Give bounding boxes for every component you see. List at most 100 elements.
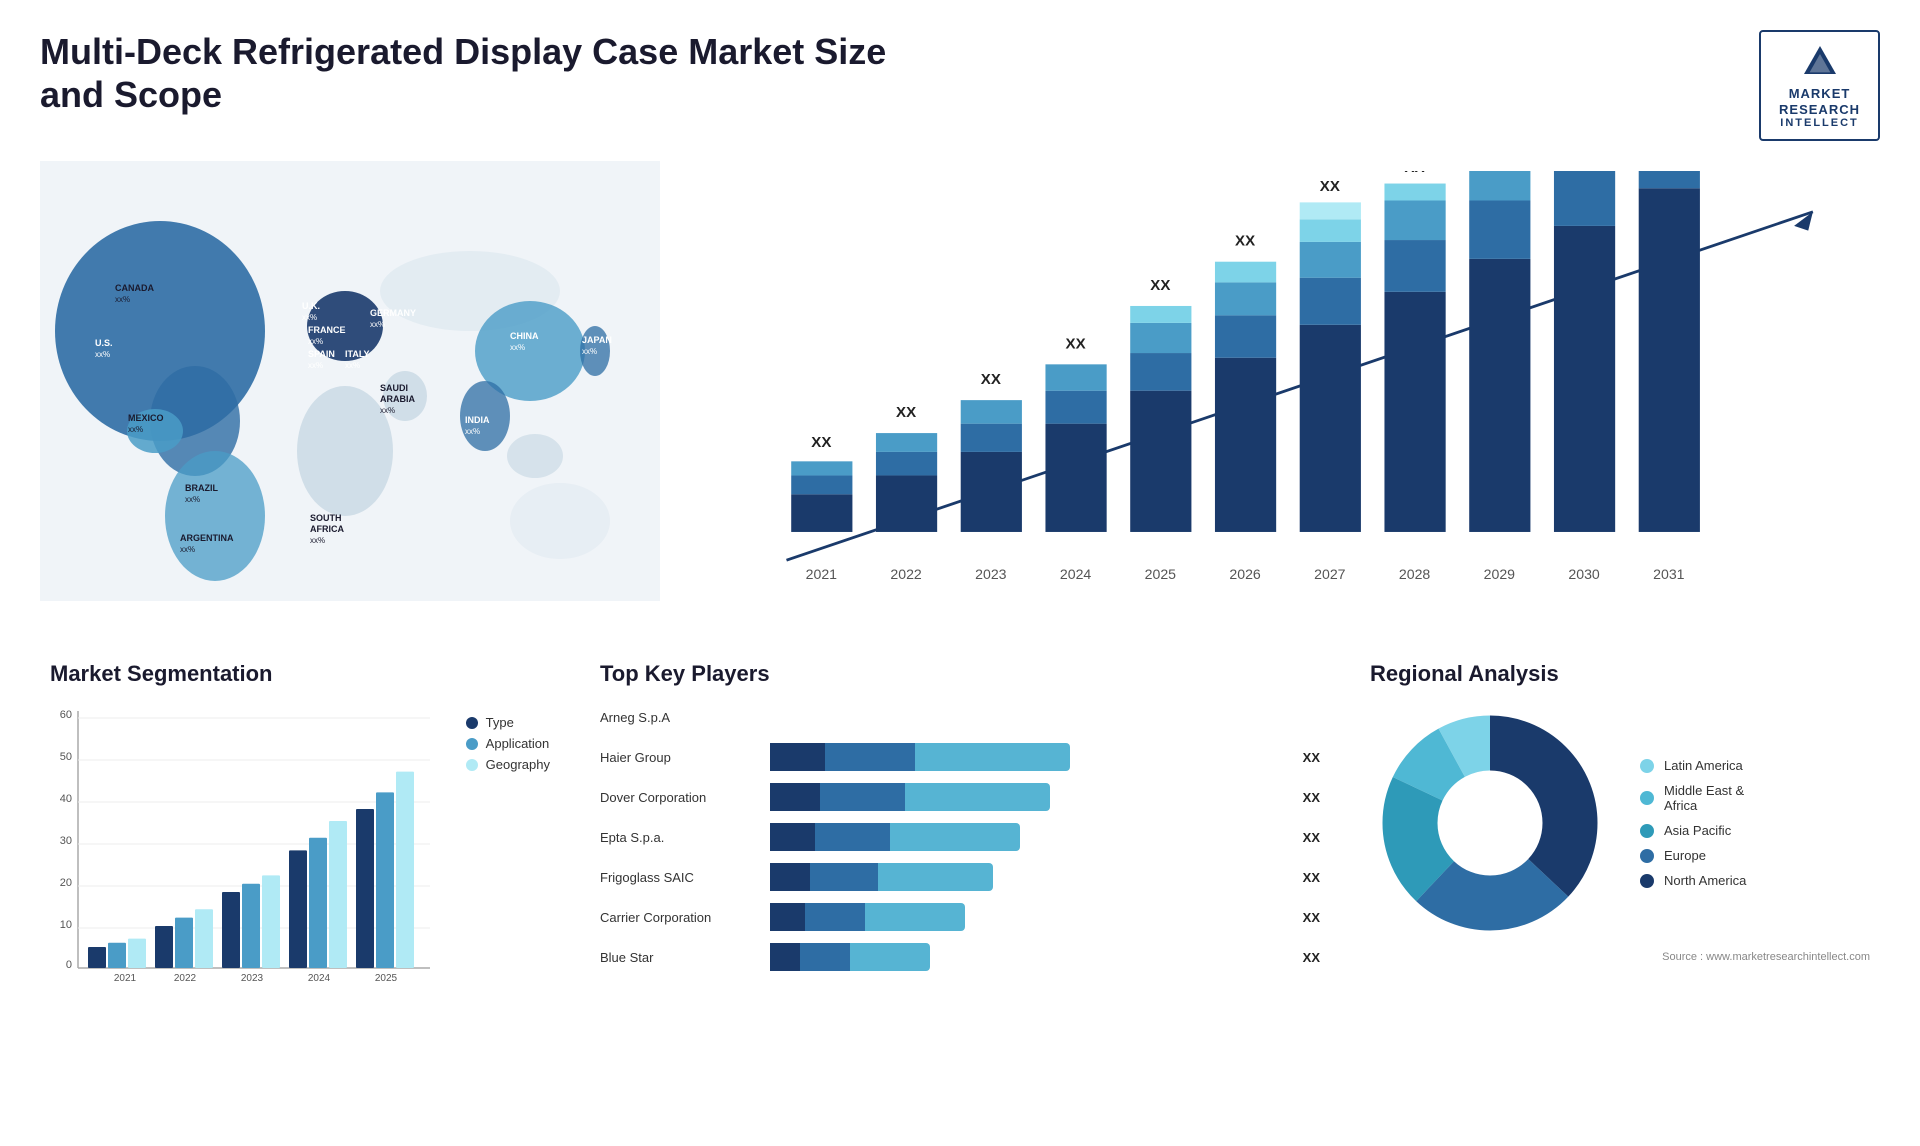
svg-text:JAPAN: JAPAN [582, 335, 612, 345]
seg-chart-svg: 60 50 40 30 20 10 0 [50, 703, 430, 983]
logo-icon [1800, 42, 1840, 82]
svg-text:FRANCE: FRANCE [308, 325, 346, 335]
legend-item-europe: Europe [1640, 848, 1746, 863]
player-bar-epta [770, 823, 1295, 851]
legend-item-latin: Latin America [1640, 758, 1746, 773]
svg-text:0: 0 [66, 959, 72, 971]
player-value-carrier: XX [1303, 910, 1320, 925]
regional-section: Regional Analysis [1360, 661, 1880, 988]
svg-text:XX: XX [981, 371, 1001, 388]
main-content: CANADA xx% U.S. xx% MEXICO xx% BRAZIL xx… [40, 161, 1880, 988]
svg-text:xx%: xx% [380, 406, 395, 415]
player-bar-bluestar [770, 943, 1295, 971]
svg-text:2025: 2025 [375, 973, 398, 983]
svg-text:2025: 2025 [1145, 566, 1177, 582]
player-value-frigoglass: XX [1303, 870, 1320, 885]
world-map-svg: CANADA xx% U.S. xx% MEXICO xx% BRAZIL xx… [40, 161, 660, 601]
bar-light-frigoglass [878, 863, 993, 891]
bar-light-bluestar [850, 943, 930, 971]
svg-text:xx%: xx% [180, 545, 195, 554]
bar-light-epta [890, 823, 1020, 851]
donut-chart-svg [1370, 703, 1610, 943]
legend-label-asia: Asia Pacific [1664, 823, 1731, 838]
bar-chart-section: XX 2021 XX 2022 XX 2023 [680, 161, 1880, 641]
svg-text:40: 40 [60, 793, 72, 805]
player-bar-haier [770, 743, 1295, 771]
regional-legend: Latin America Middle East &Africa Asia P… [1640, 758, 1746, 888]
player-row-arneg: Arneg S.p.A [600, 703, 1320, 731]
player-name-haier: Haier Group [600, 750, 770, 765]
legend-color-asia [1640, 824, 1654, 838]
donut-container: Latin America Middle East &Africa Asia P… [1370, 703, 1870, 943]
svg-text:XX: XX [1150, 277, 1170, 294]
legend-label-europe: Europe [1664, 848, 1706, 863]
svg-text:2022: 2022 [890, 566, 922, 582]
svg-text:INDIA: INDIA [465, 415, 490, 425]
player-bar-dover [770, 783, 1295, 811]
svg-text:2022: 2022 [174, 973, 197, 983]
player-name-bluestar: Blue Star [600, 950, 770, 965]
svg-text:60: 60 [60, 709, 72, 721]
svg-text:xx%: xx% [510, 343, 525, 352]
bar-mid-carrier [805, 903, 865, 931]
player-row-frigoglass: Frigoglass SAIC XX [600, 863, 1320, 891]
logo-text-main: MARKETRESEARCH [1779, 86, 1860, 117]
player-value-dover: XX [1303, 790, 1320, 805]
legend-color-mea [1640, 791, 1654, 805]
legend-label-mea: Middle East &Africa [1664, 783, 1744, 813]
bar-light-carrier [865, 903, 965, 931]
seg-legend: Type Application Geography [466, 715, 550, 988]
legend-label-northamerica: North America [1664, 873, 1746, 888]
svg-text:xx%: xx% [582, 347, 597, 356]
player-name-frigoglass: Frigoglass SAIC [600, 870, 770, 885]
svg-text:GERMANY: GERMANY [370, 308, 416, 318]
legend-label-application: Application [486, 736, 550, 751]
svg-text:xx%: xx% [370, 320, 385, 329]
svg-text:20: 20 [60, 877, 72, 889]
legend-dot-type [466, 717, 478, 729]
svg-text:2030: 2030 [1568, 566, 1600, 582]
player-value-haier: XX [1303, 750, 1320, 765]
bar-mid-bluestar [800, 943, 850, 971]
legend-item-type: Type [466, 715, 550, 730]
seg-chart: 60 50 40 30 20 10 0 [50, 703, 446, 988]
svg-text:xx%: xx% [345, 361, 360, 370]
page-title: Multi-Deck Refrigerated Display Case Mar… [40, 30, 940, 116]
logo-text-sub: INTELLECT [1780, 117, 1859, 129]
player-value-bluestar: XX [1303, 950, 1320, 965]
bar-mid-frigoglass [810, 863, 878, 891]
player-row-carrier: Carrier Corporation XX [600, 903, 1320, 931]
svg-text:2027: 2027 [1314, 566, 1346, 582]
svg-text:xx%: xx% [302, 313, 317, 322]
bar-dark-frigoglass [770, 863, 810, 891]
svg-text:xx%: xx% [95, 350, 110, 359]
svg-text:SAUDI: SAUDI [380, 383, 408, 393]
legend-item-northamerica: North America [1640, 873, 1746, 888]
svg-text:CHINA: CHINA [510, 331, 539, 341]
player-bar-arneg [770, 703, 1320, 731]
svg-text:30: 30 [60, 835, 72, 847]
svg-text:xx%: xx% [465, 427, 480, 436]
svg-text:2028: 2028 [1399, 566, 1431, 582]
svg-text:XX: XX [811, 434, 831, 451]
bar-mid-epta [815, 823, 890, 851]
legend-color-northamerica [1640, 874, 1654, 888]
bar-light-dover [905, 783, 1050, 811]
player-name-epta: Epta S.p.a. [600, 830, 770, 845]
legend-color-europe [1640, 849, 1654, 863]
svg-text:BRAZIL: BRAZIL [185, 483, 218, 493]
player-name-carrier: Carrier Corporation [600, 910, 770, 925]
segmentation-title: Market Segmentation [50, 661, 550, 687]
segmentation-content: 60 50 40 30 20 10 0 [50, 703, 550, 988]
svg-text:2021: 2021 [114, 973, 137, 983]
svg-text:10: 10 [60, 919, 72, 931]
regional-title: Regional Analysis [1370, 661, 1870, 687]
bar-dark-carrier [770, 903, 805, 931]
player-row-bluestar: Blue Star XX [600, 943, 1320, 971]
legend-label-geography: Geography [486, 757, 550, 772]
svg-text:U.K.: U.K. [302, 301, 320, 311]
player-name-arneg: Arneg S.p.A [600, 710, 770, 725]
player-row-haier: Haier Group XX [600, 743, 1320, 771]
map-section: CANADA xx% U.S. xx% MEXICO xx% BRAZIL xx… [40, 161, 660, 641]
svg-text:2024: 2024 [1060, 566, 1092, 582]
